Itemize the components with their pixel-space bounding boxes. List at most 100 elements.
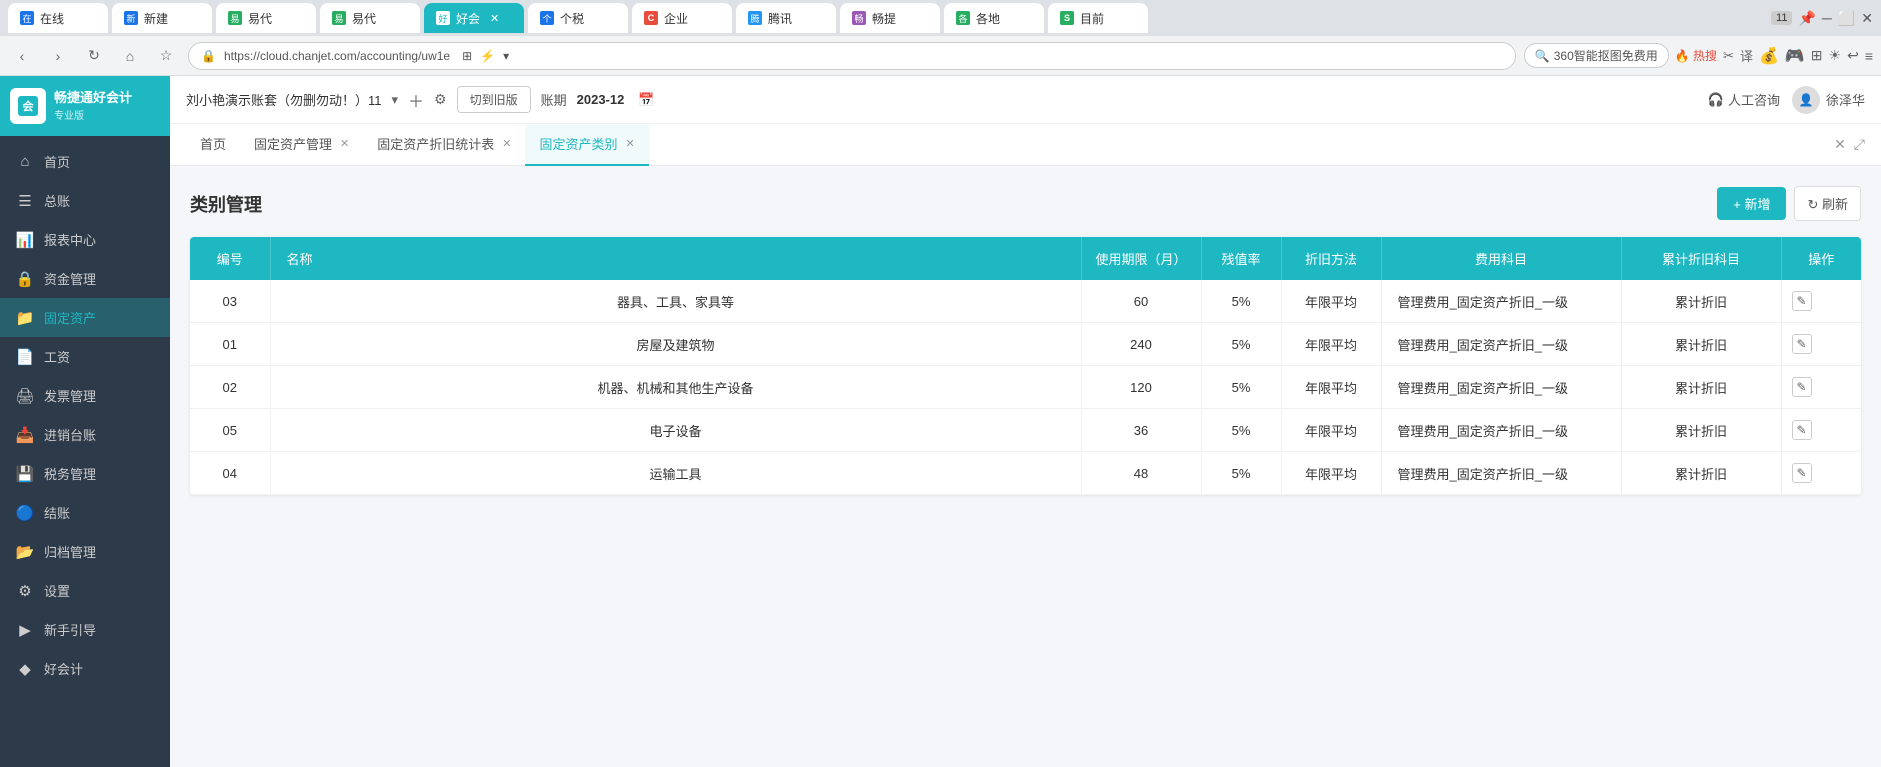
col-accumulated: 累计折旧科目 xyxy=(1621,237,1781,280)
app-tab-fixed-mgmt-close-icon[interactable]: ✕ xyxy=(340,137,349,150)
wallet-icon[interactable]: 💰 xyxy=(1759,46,1779,66)
cell-action[interactable]: ✎ xyxy=(1781,366,1861,409)
cell-action[interactable]: ✎ xyxy=(1781,409,1861,452)
tab-online[interactable]: 在 在线 xyxy=(8,3,108,33)
hot-label[interactable]: 🔥 热搜 xyxy=(1675,47,1717,64)
site-info-icon[interactable]: ⊞ xyxy=(462,49,472,63)
minimize-icon[interactable]: ─ xyxy=(1822,10,1832,26)
table-row: 01 房屋及建筑物 240 5% 年限平均 管理费用_固定资产折旧_一级 累计折… xyxy=(190,323,1861,366)
tab-close-icon[interactable]: ✕ xyxy=(490,12,499,25)
edit-icon[interactable]: ✎ xyxy=(1792,377,1812,397)
sidebar-item-reports-label: 报表中心 xyxy=(44,230,96,249)
funds-icon: 🔒 xyxy=(16,270,34,288)
tab-geshui[interactable]: 个 个税 xyxy=(528,3,628,33)
sidebar-item-guide[interactable]: ▶ 新手引导 xyxy=(0,610,170,649)
expand-icon[interactable]: ⤢ xyxy=(1854,136,1865,153)
tab-yidai1[interactable]: 易 易代 xyxy=(216,3,316,33)
reload-button[interactable]: ↻ xyxy=(80,42,108,70)
sidebar-item-tax[interactable]: 💾 税务管理 xyxy=(0,454,170,493)
tab-label: 腾讯 xyxy=(768,10,792,27)
grid-icon[interactable]: ⊞ xyxy=(1811,47,1823,64)
pin-icon[interactable]: 📌 xyxy=(1798,10,1815,27)
settings-gear-icon[interactable]: ⚙ xyxy=(434,91,447,108)
menu-icon[interactable]: ≡ xyxy=(1865,48,1873,64)
url-text: https://cloud.chanjet.com/accounting/uw1… xyxy=(224,49,450,63)
lightning-icon[interactable]: ⚡ xyxy=(480,49,495,63)
sidebar-item-more[interactable]: ◆ 好会计 xyxy=(0,649,170,688)
forward-button[interactable]: › xyxy=(44,42,72,70)
tab-gedi[interactable]: 各 各地 xyxy=(944,3,1044,33)
app-tab-fixed-category[interactable]: 固定资产类别 ✕ xyxy=(525,124,648,166)
close-all-tabs-icon[interactable]: ✕ xyxy=(1834,136,1846,153)
period-label: 账期 xyxy=(541,90,567,109)
period-value: 2023-12 xyxy=(577,92,625,107)
undo-icon[interactable]: ↩ xyxy=(1847,47,1859,64)
right-panel: 刘小艳演示账套（勿删勿动！）11 ▾ ＋ ⚙ 切到旧版 账期 2023-12 📅… xyxy=(170,76,1881,767)
dropdown-arrow-icon[interactable]: ▾ xyxy=(392,92,399,108)
scissors-icon[interactable]: ✂ xyxy=(1723,48,1734,64)
cell-action[interactable]: ✎ xyxy=(1781,452,1861,495)
tab-haokuaiji[interactable]: 好 好会 ✕ xyxy=(424,3,524,33)
tab-enterprise[interactable]: C 企业 xyxy=(632,3,732,33)
sidebar-item-invoice[interactable]: 🖨 发票管理 xyxy=(0,376,170,415)
sidebar-item-ledger[interactable]: ☰ 总账 xyxy=(0,181,170,220)
add-button[interactable]: + 新增 xyxy=(1717,187,1786,220)
app-tab-depreciation-close-icon[interactable]: ✕ xyxy=(502,137,511,150)
sidebar-item-archive[interactable]: 📂 归档管理 xyxy=(0,532,170,571)
switch-old-version-button[interactable]: 切到旧版 xyxy=(457,86,531,113)
app-tab-depreciation[interactable]: 固定资产折旧统计表 ✕ xyxy=(363,124,525,166)
top-bar: 刘小艳演示账套（勿删勿动！）11 ▾ ＋ ⚙ 切到旧版 账期 2023-12 📅… xyxy=(170,76,1881,124)
app-tab-home[interactable]: 首页 xyxy=(186,124,240,166)
cell-method: 年限平均 xyxy=(1281,409,1381,452)
browser-tab-bar: 在 在线 新 新建 易 易代 易 易代 好 好会 ✕ 个 个税 C 企业 腾 腾… xyxy=(0,0,1881,36)
calendar-icon[interactable]: 📅 xyxy=(638,92,654,108)
user-profile[interactable]: 👤 徐泽华 xyxy=(1792,86,1865,114)
sidebar-item-tax-label: 税务管理 xyxy=(44,464,96,483)
help-button[interactable]: 🎧 人工咨询 xyxy=(1708,90,1780,109)
cell-action[interactable]: ✎ xyxy=(1781,323,1861,366)
refresh-button[interactable]: ↻ 刷新 xyxy=(1794,186,1861,221)
home-button[interactable]: ⌂ xyxy=(116,42,144,70)
edit-icon[interactable]: ✎ xyxy=(1792,463,1812,483)
sidebar-item-purchase-sale[interactable]: 📥 进销台账 xyxy=(0,415,170,454)
tab-label: 目前 xyxy=(1080,10,1104,27)
sidebar-item-reports[interactable]: 📊 报表中心 xyxy=(0,220,170,259)
bookmark-button[interactable]: ☆ xyxy=(152,42,180,70)
sidebar-item-payroll[interactable]: 📄 工资 xyxy=(0,337,170,376)
sidebar-item-home[interactable]: ⌂ 首页 xyxy=(0,142,170,181)
dropdown-icon[interactable]: ▾ xyxy=(503,49,509,63)
tab-yidai2[interactable]: 易 易代 xyxy=(320,3,420,33)
game-icon[interactable]: 🎮 xyxy=(1785,46,1805,66)
cell-action[interactable]: ✎ xyxy=(1781,280,1861,323)
add-account-icon[interactable]: ＋ xyxy=(408,88,424,112)
sidebar-item-checkout[interactable]: 🔵 结账 xyxy=(0,493,170,532)
app-tab-fixed-mgmt[interactable]: 固定资产管理 ✕ xyxy=(240,124,363,166)
address-bar[interactable]: 🔒 https://cloud.chanjet.com/accounting/u… xyxy=(188,42,1516,70)
sidebar-item-fixed-assets[interactable]: 📁 固定资产 xyxy=(0,298,170,337)
sidebar-item-settings[interactable]: ⚙ 设置 xyxy=(0,571,170,610)
tab-changjie[interactable]: 畅 畅提 xyxy=(840,3,940,33)
edit-icon[interactable]: ✎ xyxy=(1792,291,1812,311)
brightness-icon[interactable]: ☀ xyxy=(1829,47,1842,64)
restore-icon[interactable]: ⬜ xyxy=(1838,10,1855,27)
sidebar-item-more-label: 好会计 xyxy=(44,659,83,678)
tab-tencent[interactable]: 腾 腾讯 xyxy=(736,3,836,33)
search-box[interactable]: 🔍 360智能抠图免费用 xyxy=(1524,43,1669,68)
sidebar-item-fixed-assets-label: 固定资产 xyxy=(44,308,96,327)
close-browser-icon[interactable]: ✕ xyxy=(1861,10,1873,27)
col-residual: 残值率 xyxy=(1201,237,1281,280)
app-tab-bar: 首页 固定资产管理 ✕ 固定资产折旧统计表 ✕ 固定资产类别 ✕ ✕ ⤢ xyxy=(170,124,1881,166)
cell-code: 01 xyxy=(190,323,270,366)
user-name: 徐泽华 xyxy=(1826,90,1865,109)
tab-mubiao[interactable]: S 目前 xyxy=(1048,3,1148,33)
edit-icon[interactable]: ✎ xyxy=(1792,420,1812,440)
tab-new[interactable]: 新 新建 xyxy=(112,3,212,33)
col-code: 编号 xyxy=(190,237,270,280)
edit-icon[interactable]: ✎ xyxy=(1792,334,1812,354)
sidebar-item-funds[interactable]: 🔒 资金管理 xyxy=(0,259,170,298)
back-button[interactable]: ‹ xyxy=(8,42,36,70)
cell-code: 03 xyxy=(190,280,270,323)
window-controls: 11 📌 ─ ⬜ ✕ xyxy=(1771,10,1873,27)
translate-icon[interactable]: 译 xyxy=(1740,46,1753,65)
app-tab-fixed-category-close-icon[interactable]: ✕ xyxy=(626,137,635,150)
